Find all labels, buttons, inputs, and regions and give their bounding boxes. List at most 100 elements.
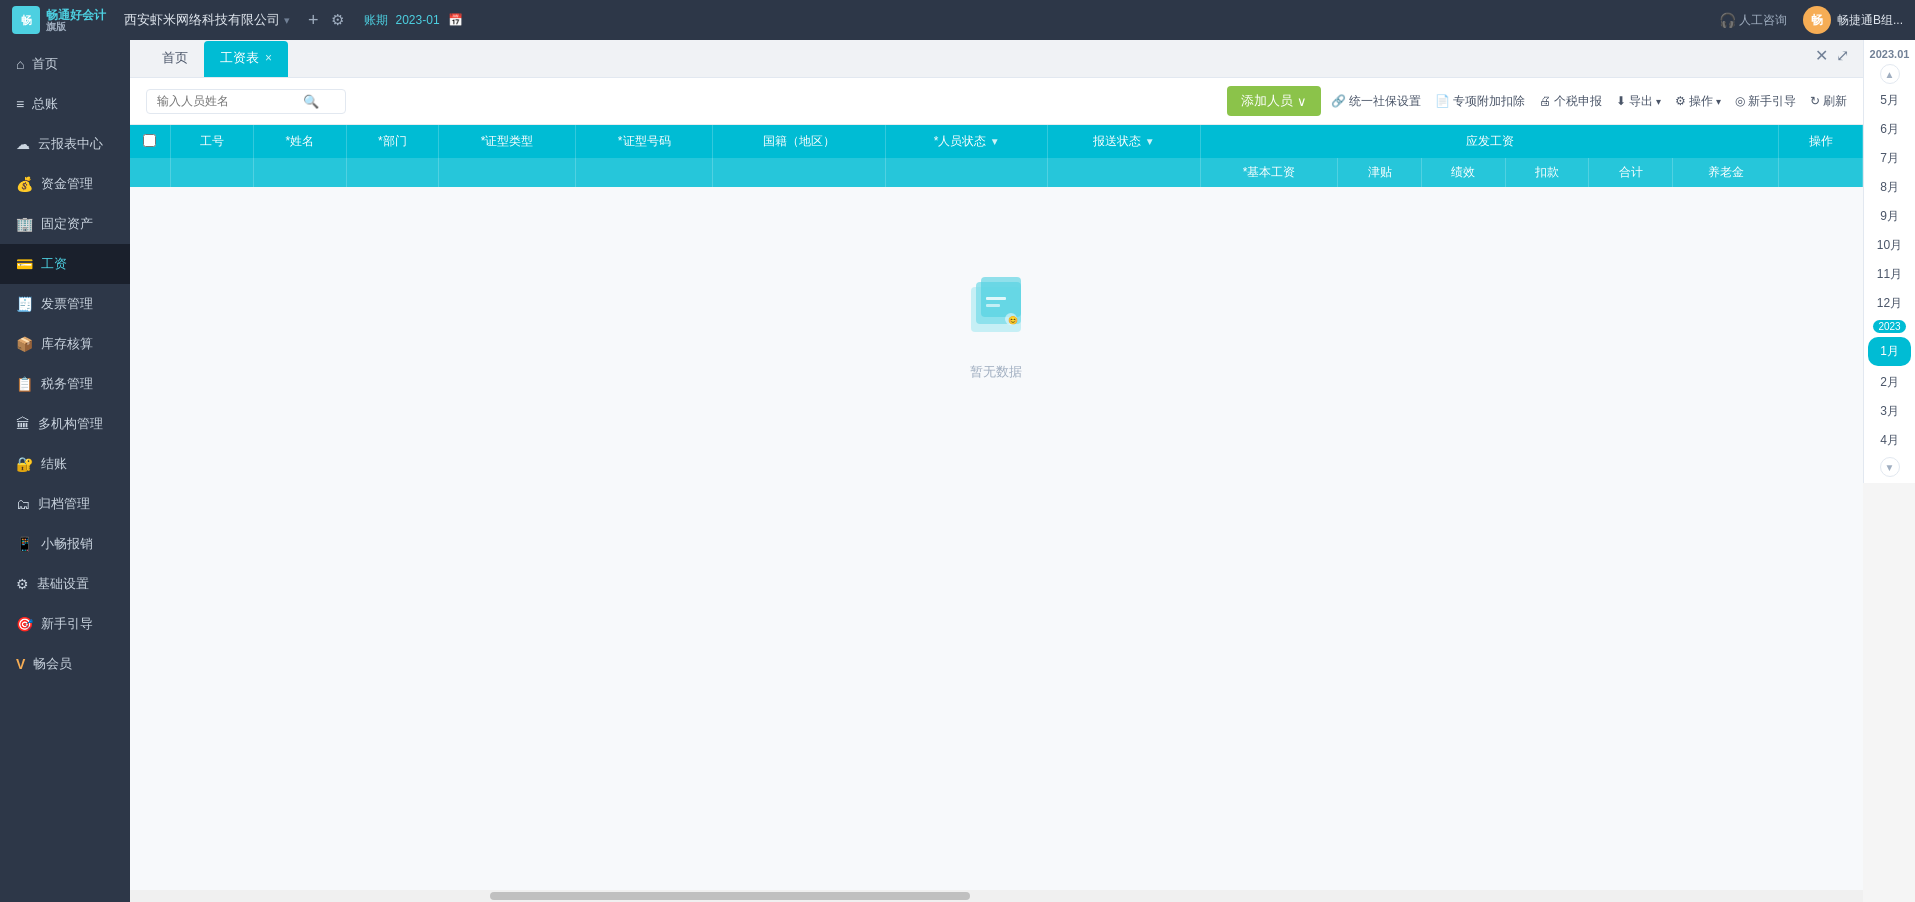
- sidebar: ⌂ 首页 ≡ 总账 ☁ 云报表中心 💰 资金管理 🏢 固定资产 💳 工资 🧾 发…: [0, 40, 130, 902]
- service-button[interactable]: 🎧 人工咨询: [1719, 12, 1787, 29]
- sidebar-item-ledger[interactable]: ≡ 总账: [0, 84, 130, 124]
- sidebar-item-archive[interactable]: 🗂 归档管理: [0, 484, 130, 524]
- xiaochang-icon: 📱: [16, 536, 33, 552]
- tab-close-icon[interactable]: ×: [265, 51, 272, 65]
- sub-status: [886, 158, 1048, 187]
- scrollbar-thumb[interactable]: [490, 892, 970, 900]
- search-input[interactable]: [157, 94, 297, 108]
- tab-salary[interactable]: 工资表 ×: [204, 41, 288, 77]
- month-item-2[interactable]: 2月: [1864, 368, 1915, 397]
- sidebar-item-close-account[interactable]: 🔐 结账: [0, 444, 130, 484]
- report-filter-icon[interactable]: ▼: [1145, 136, 1155, 147]
- sidebar-item-cloud-report[interactable]: ☁ 云报表中心: [0, 124, 130, 164]
- sidebar-item-close-account-label: 结账: [41, 455, 67, 473]
- ledger-icon: ≡: [16, 96, 24, 112]
- social-security-icon: 🔗: [1331, 94, 1346, 108]
- multi-org-icon: 🏛: [16, 416, 30, 432]
- sidebar-item-fund[interactable]: 💰 资金管理: [0, 164, 130, 204]
- sidebar-item-inventory[interactable]: 📦 库存核算: [0, 324, 130, 364]
- top-bar-right: 🎧 人工咨询 畅 畅捷通B组...: [1719, 6, 1903, 34]
- month-item-4[interactable]: 4月: [1864, 426, 1915, 455]
- month-item-1-active[interactable]: 1月: [1868, 337, 1911, 366]
- sub-id-type: [439, 158, 576, 187]
- sub-pension: 养老金: [1673, 158, 1779, 187]
- month-item-6[interactable]: 6月: [1864, 115, 1915, 144]
- month-next-btn[interactable]: ▼: [1880, 457, 1900, 477]
- basic-settings-icon: ⚙: [16, 576, 29, 592]
- toolbar-actions: 🔗 统一社保设置 📄 专项附加扣除 🖨 个税申报 ⬇ 导出 ▾ ⚙: [1331, 93, 1847, 110]
- tab-home[interactable]: 首页: [146, 41, 204, 77]
- horizontal-scrollbar[interactable]: [130, 890, 1863, 902]
- top-bar: 畅 畅通好会计 旗版 西安虾米网络科技有限公司 ▾ + ⚙ 账期 2023-01…: [0, 0, 1915, 40]
- month-item-7[interactable]: 7月: [1864, 144, 1915, 173]
- refresh-icon: ↻: [1810, 94, 1820, 108]
- logo-icon: 畅: [12, 6, 40, 34]
- calendar-icon[interactable]: 📅: [448, 13, 463, 27]
- period-display: 账期 2023-01 📅: [364, 12, 463, 29]
- search-box: 🔍: [146, 89, 346, 114]
- company-selector[interactable]: 西安虾米网络科技有限公司 ▾: [124, 11, 290, 29]
- col-nationality: 国籍（地区）: [713, 125, 886, 158]
- status-filter-icon[interactable]: ▼: [990, 136, 1000, 147]
- col-operations: 操作: [1779, 125, 1863, 158]
- sub-basic-salary: *基本工资: [1201, 158, 1338, 187]
- tabs-bar: 首页 工资表 ×: [130, 40, 1863, 78]
- export-btn[interactable]: ⬇ 导出 ▾: [1616, 93, 1661, 110]
- add-person-button[interactable]: 添加人员 ∨: [1227, 86, 1321, 116]
- expand-panel-button[interactable]: ⤢: [1834, 44, 1851, 67]
- sidebar-item-member-label: 畅会员: [33, 655, 72, 673]
- sidebar-item-tax[interactable]: 📋 税务管理: [0, 364, 130, 404]
- month-prev-btn[interactable]: ▲: [1880, 64, 1900, 84]
- sidebar-item-member[interactable]: V 畅会员: [0, 644, 130, 684]
- search-icon: 🔍: [303, 94, 319, 109]
- tax-declaration-btn[interactable]: 🖨 个税申报: [1539, 93, 1602, 110]
- month-item-9[interactable]: 9月: [1864, 202, 1915, 231]
- settings-icon[interactable]: ⚙: [329, 9, 346, 31]
- fixed-asset-icon: 🏢: [16, 216, 33, 232]
- social-security-btn[interactable]: 🔗 统一社保设置: [1331, 93, 1421, 110]
- sidebar-item-salary[interactable]: 💳 工资: [0, 244, 130, 284]
- sub-nationality: [713, 158, 886, 187]
- sidebar-item-invoice[interactable]: 🧾 发票管理: [0, 284, 130, 324]
- salary-table: 工号 *姓名 *部门 *证型类型 *证型号码 国籍（地区） *人员状态 ▼ 报送…: [130, 125, 1863, 461]
- close-panel-button[interactable]: ✕: [1813, 44, 1830, 67]
- sidebar-item-new-guide[interactable]: 🎯 新手引导: [0, 604, 130, 644]
- sidebar-item-xiaochang[interactable]: 📱 小畅报销: [0, 524, 130, 564]
- sub-report: [1048, 158, 1201, 187]
- month-item-8[interactable]: 8月: [1864, 173, 1915, 202]
- month-item-3[interactable]: 3月: [1864, 397, 1915, 426]
- guide-icon: ◎: [1735, 94, 1745, 108]
- sidebar-item-salary-label: 工资: [41, 255, 67, 273]
- new-guide-btn[interactable]: ◎ 新手引导: [1735, 93, 1796, 110]
- special-deduction-btn[interactable]: 📄 专项附加扣除: [1435, 93, 1525, 110]
- operations-btn[interactable]: ⚙ 操作 ▾: [1675, 93, 1721, 110]
- sidebar-item-home[interactable]: ⌂ 首页: [0, 44, 130, 84]
- close-account-icon: 🔐: [16, 456, 33, 472]
- col-id-number: *证型号码: [576, 125, 713, 158]
- sidebar-item-tax-label: 税务管理: [41, 375, 93, 393]
- select-all-col: [130, 125, 170, 158]
- sidebar-item-basic-settings[interactable]: ⚙ 基础设置: [0, 564, 130, 604]
- export-icon: ⬇: [1616, 94, 1626, 108]
- sub-performance: 绩效: [1421, 158, 1505, 187]
- sidebar-item-fixed-asset[interactable]: 🏢 固定资产: [0, 204, 130, 244]
- sidebar-item-multi-org[interactable]: 🏛 多机构管理: [0, 404, 130, 444]
- operations-icon: ⚙: [1675, 94, 1686, 108]
- month-item-10[interactable]: 10月: [1864, 231, 1915, 260]
- panel-date: 2023.01: [1870, 44, 1910, 62]
- sidebar-item-fund-label: 资金管理: [41, 175, 93, 193]
- sidebar-item-xiaochang-label: 小畅报销: [41, 535, 93, 553]
- user-menu[interactable]: 畅 畅捷通B组...: [1803, 6, 1903, 34]
- col-id: 工号: [170, 125, 254, 158]
- month-item-5[interactable]: 5月: [1864, 86, 1915, 115]
- special-deduction-icon: 📄: [1435, 94, 1450, 108]
- refresh-btn[interactable]: ↻ 刷新: [1810, 93, 1847, 110]
- add-icon[interactable]: +: [306, 8, 321, 33]
- new-guide-icon: 🎯: [16, 616, 33, 632]
- month-item-12[interactable]: 12月: [1864, 289, 1915, 318]
- sub-checkbox: [130, 158, 170, 187]
- sidebar-item-basic-settings-label: 基础设置: [37, 575, 89, 593]
- month-item-11[interactable]: 11月: [1864, 260, 1915, 289]
- app-logo: 畅 畅通好会计 旗版: [12, 6, 106, 34]
- select-all-checkbox[interactable]: [143, 134, 156, 147]
